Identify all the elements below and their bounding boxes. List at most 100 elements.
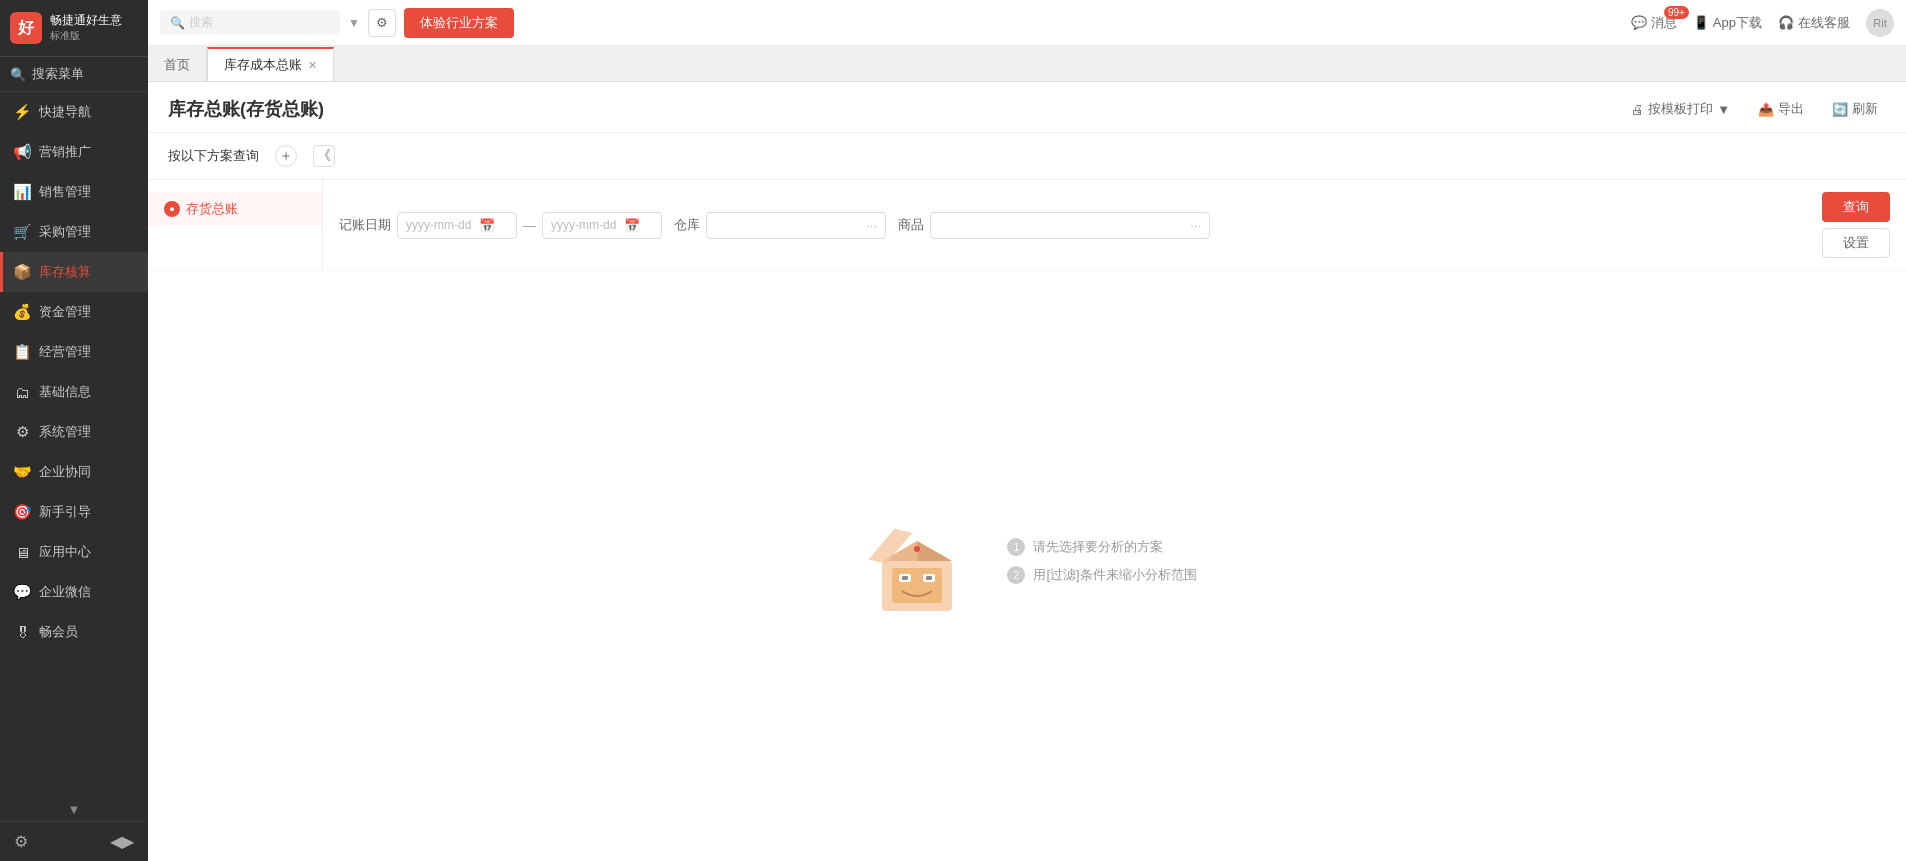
sidebar-item-cooperation[interactable]: 🤝企业协同 [0,452,148,492]
nav-icon-finance: 💰 [13,303,31,321]
query-fields: 记账日期 yyyy-mm-dd 📅 — yyyy-mm-dd 📅 仓库 [323,180,1822,270]
industry-btn[interactable]: 体验行业方案 [404,8,514,38]
sidebar-footer: ⚙ ◀▶ [0,821,148,861]
page-header: 库存总账(存货总账) 🖨 按模板打印 ▼ 📤 导出 🔄 刷新 [148,82,1906,133]
warehouse-field-group: 仓库 ··· [674,212,886,239]
nav-icon-newbie: 🎯 [13,503,31,521]
empty-content: 1 请先选择要分析的方案 2 用[过滤]条件来缩小分析范围 [857,506,1196,626]
message-btn[interactable]: 💬 消息 99+ [1631,14,1677,32]
refresh-btn[interactable]: 🔄 刷新 [1824,96,1886,122]
svg-rect-7 [902,576,908,580]
filter-add-btn[interactable]: ＋ [275,145,297,167]
nav-icon-member: 🎖 [13,624,31,641]
step-num-2: 2 [1007,566,1025,584]
date-field-group: 记账日期 yyyy-mm-dd 📅 — yyyy-mm-dd 📅 [339,212,662,239]
more-icon: ··· [1190,218,1201,233]
svg-rect-4 [892,568,942,603]
main-content: 🔍 搜索 ▼ ⚙ 体验行业方案 💬 消息 99+ 📱 App下载 🎧 在线客服 [148,0,1906,861]
sidebar-item-member[interactable]: 🎖畅会员 [0,612,148,652]
svg-marker-2 [917,541,952,561]
warehouse-input[interactable]: ··· [706,212,886,239]
sidebar-item-operations[interactable]: 📋经营管理 [0,332,148,372]
topbar-chevron[interactable]: ▼ [348,16,360,30]
date-end-input[interactable]: yyyy-mm-dd 📅 [542,212,662,239]
print-btn[interactable]: 🖨 按模板打印 ▼ [1623,96,1738,122]
nav-icon-purchase: 🛒 [13,223,31,241]
nav-icon-quick-nav: ⚡ [13,103,31,121]
date-field-label: 记账日期 [339,216,391,234]
scheme-item-inventory[interactable]: ● 存货总账 [148,192,322,226]
sidebar-item-wechat[interactable]: 💬企业微信 [0,572,148,612]
empty-text: 1 请先选择要分析的方案 2 用[过滤]条件来缩小分析范围 [1007,538,1196,594]
sidebar-item-basic-info[interactable]: 🗂基础信息 [0,372,148,412]
empty-step-2: 2 用[过滤]条件来缩小分析范围 [1007,566,1196,584]
settings-icon[interactable]: ⚙ [14,832,28,851]
sidebar-item-marketing[interactable]: 📢营销推广 [0,132,148,172]
refresh-icon: 🔄 [1832,102,1848,117]
nav-icon-inventory: 📦 [13,263,31,281]
sidebar-item-system[interactable]: ⚙系统管理 [0,412,148,452]
tab-home[interactable]: 首页 [148,49,207,81]
filter-main: ● 存货总账 记账日期 yyyy-mm-dd 📅 — yyyy-mm-dd 📅 [148,180,1906,270]
topbar-right: 💬 消息 99+ 📱 App下载 🎧 在线客服 Rit [1631,9,1894,37]
topbar-gear[interactable]: ⚙ [368,9,396,37]
message-icon: 💬 [1631,15,1647,30]
tab-bar: 首页 库存成本总账 ✕ [148,46,1906,82]
goods-field-label: 商品 [898,216,924,234]
sidebar-item-app-center[interactable]: 🖥应用中心 [0,532,148,572]
nav-icon-cooperation: 🤝 [13,463,31,481]
sidebar-scroll-down[interactable]: ▼ [0,798,148,821]
sidebar: 好 畅捷通好生意 标准版 🔍 搜索菜单 ⚡快捷导航📢营销推广📊销售管理🛒采购管理… [0,0,148,861]
settings-btn[interactable]: 设置 [1822,228,1890,258]
filter-collapse-btn[interactable]: 《 [313,145,335,167]
export-btn[interactable]: 📤 导出 [1750,96,1812,122]
topbar: 🔍 搜索 ▼ ⚙ 体验行业方案 💬 消息 99+ 📱 App下载 🎧 在线客服 [148,0,1906,46]
scheme-dot-icon: ● [164,201,180,217]
nav-icon-system: ⚙ [13,423,31,441]
query-btn[interactable]: 查询 [1822,192,1890,222]
logo-icon: 好 [10,12,42,44]
page-area: 库存总账(存货总账) 🖨 按模板打印 ▼ 📤 导出 🔄 刷新 按以下方案查 [148,82,1906,861]
sidebar-item-purchase[interactable]: 🛒采购管理 [0,212,148,252]
nav-icon-basic-info: 🗂 [13,384,31,401]
app-download-btn[interactable]: 📱 App下载 [1693,14,1762,32]
export-icon: 📤 [1758,102,1774,117]
svg-point-10 [914,546,920,552]
page-title: 库存总账(存货总账) [168,97,324,121]
sidebar-nav: ⚡快捷导航📢营销推广📊销售管理🛒采购管理📦库存核算💰资金管理📋经营管理🗂基础信息… [0,92,148,798]
print-icon: 🖨 [1631,102,1644,117]
sidebar-item-sales[interactable]: 📊销售管理 [0,172,148,212]
empty-step-1: 1 请先选择要分析的方案 [1007,538,1196,556]
warehouse-field-label: 仓库 [674,216,700,234]
tab-close-icon[interactable]: ✕ [308,59,317,72]
topbar-search[interactable]: 🔍 搜索 [160,10,340,35]
date-start-input[interactable]: yyyy-mm-dd 📅 [397,212,517,239]
calendar-icon: 📅 [624,218,640,233]
search-menu[interactable]: 🔍 搜索菜单 [0,57,148,92]
sidebar-item-inventory[interactable]: 📦库存核算 [0,252,148,292]
goods-field-group: 商品 ··· [898,212,1210,239]
nav-icon-sales: 📊 [13,183,31,201]
sidebar-item-finance[interactable]: 💰资金管理 [0,292,148,332]
tab-inventory-ledger[interactable]: 库存成本总账 ✕ [207,47,334,81]
nav-icon-marketing: 📢 [13,143,31,161]
sidebar-item-quick-nav[interactable]: ⚡快捷导航 [0,92,148,132]
search-icon: 🔍 [170,16,185,30]
headphone-icon: 🎧 [1778,15,1794,30]
phone-icon: 📱 [1693,15,1709,30]
svg-rect-8 [926,576,932,580]
nav-icon-operations: 📋 [13,343,31,361]
filter-area: 按以下方案查询 ＋ 《 [148,133,1906,180]
search-icon: 🔍 [10,67,26,82]
sidebar-item-newbie[interactable]: 🎯新手引导 [0,492,148,532]
logo-text: 畅捷通好生意 标准版 [50,13,122,43]
scheme-panel: ● 存货总账 [148,180,323,270]
collapse-icon[interactable]: ◀▶ [110,832,134,851]
user-avatar[interactable]: Rit [1866,9,1894,37]
goods-input[interactable]: ··· [930,212,1210,239]
online-service-btn[interactable]: 🎧 在线客服 [1778,14,1850,32]
topbar-left: 🔍 搜索 ▼ ⚙ 体验行业方案 [160,8,1623,38]
empty-illustration [857,506,977,626]
query-actions: 查询 设置 [1822,180,1906,270]
calendar-icon: 📅 [479,218,495,233]
